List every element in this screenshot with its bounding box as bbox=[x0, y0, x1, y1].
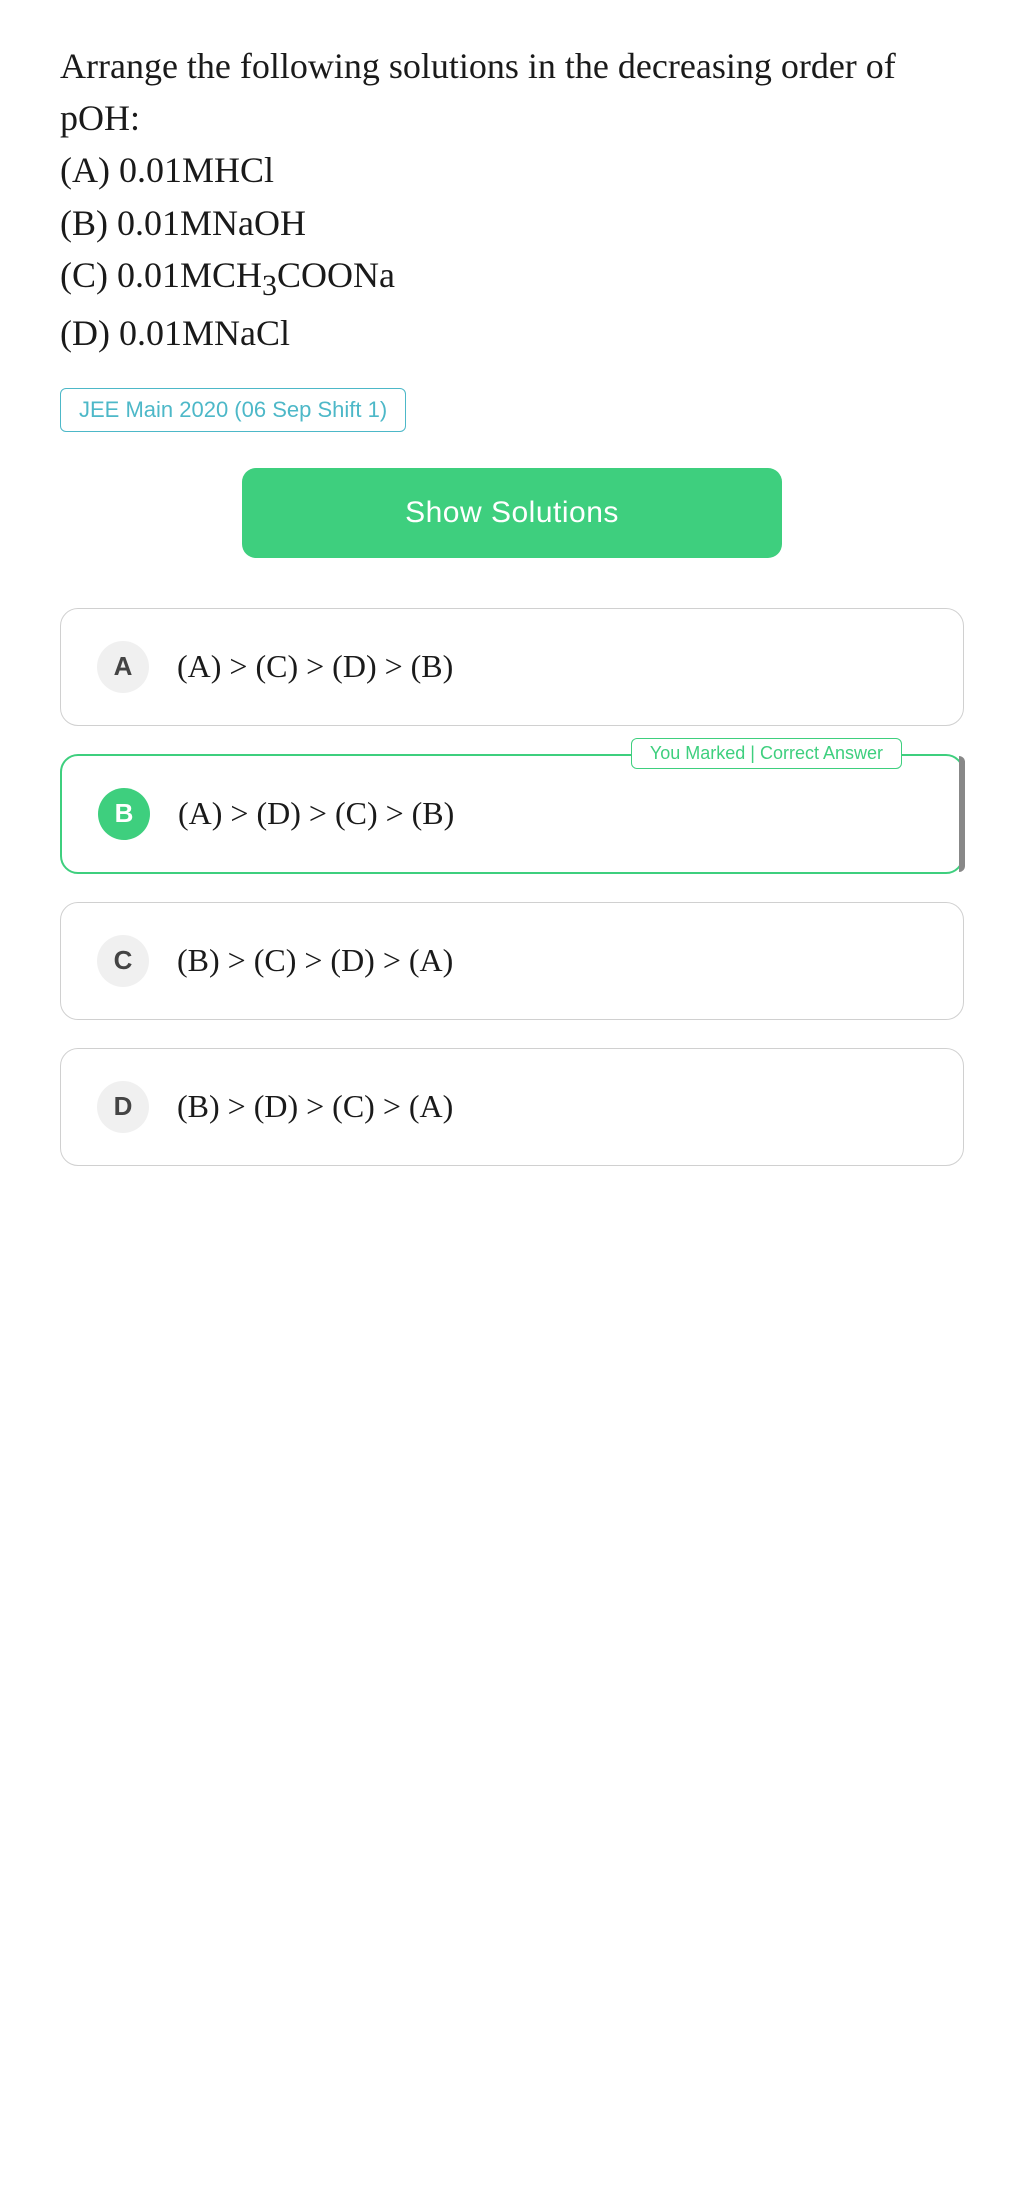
you-marked-badge: You Marked | Correct Answer bbox=[631, 738, 902, 769]
option-card-c[interactable]: C (B) > (C) > (D) > (A) bbox=[60, 902, 964, 1020]
option-label-a: A bbox=[97, 641, 149, 693]
option-text-b: (A) > (D) > (C) > (B) bbox=[178, 795, 454, 832]
option-card-b[interactable]: You Marked | Correct Answer B (A) > (D) … bbox=[60, 754, 964, 874]
question-text: Arrange the following solutions in the d… bbox=[60, 40, 964, 360]
option-card-d[interactable]: D (B) > (D) > (C) > (A) bbox=[60, 1048, 964, 1166]
exam-tag-label: JEE Main 2020 (06 Sep Shift 1) bbox=[79, 397, 387, 422]
option-label-c: C bbox=[97, 935, 149, 987]
exam-tag-badge: JEE Main 2020 (06 Sep Shift 1) bbox=[60, 388, 406, 432]
option-label-b: B bbox=[98, 788, 150, 840]
you-marked-label: You Marked | Correct Answer bbox=[650, 743, 883, 763]
show-solutions-button[interactable]: Show Solutions bbox=[242, 468, 782, 558]
option-text-a: (A) > (C) > (D) > (B) bbox=[177, 648, 453, 685]
option-label-d: D bbox=[97, 1081, 149, 1133]
option-text-c: (B) > (C) > (D) > (A) bbox=[177, 942, 453, 979]
show-solutions-label: Show Solutions bbox=[405, 496, 619, 529]
option-text-d: (B) > (D) > (C) > (A) bbox=[177, 1088, 453, 1125]
question-block: Arrange the following solutions in the d… bbox=[60, 40, 964, 558]
option-card-a[interactable]: A (A) > (C) > (D) > (B) bbox=[60, 608, 964, 726]
correct-indicator-bar bbox=[959, 756, 965, 872]
